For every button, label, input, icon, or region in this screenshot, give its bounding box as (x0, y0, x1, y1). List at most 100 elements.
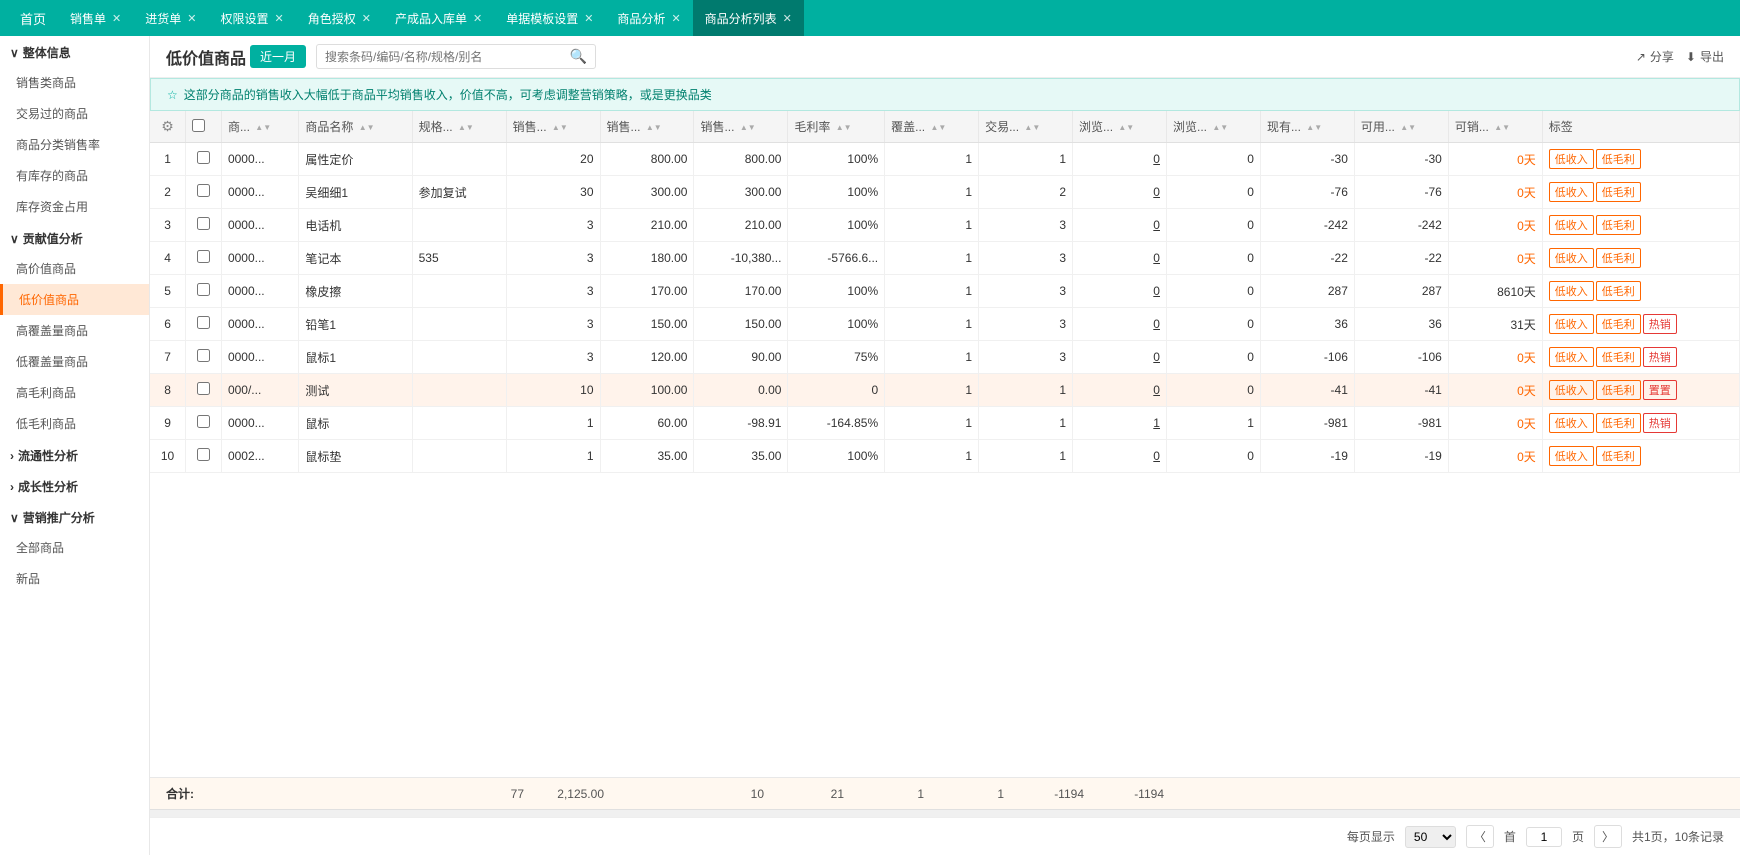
horizontal-scrollbar[interactable] (150, 809, 1740, 817)
nav-tab-inbound[interactable]: 产成品入库单 ✕ (383, 0, 494, 36)
row-view1[interactable]: 1 (1073, 407, 1167, 440)
row-name[interactable]: 铅笔1 (299, 308, 412, 341)
row-margin: -164.85% (788, 407, 885, 440)
close-tab-role-icon[interactable]: ✕ (362, 12, 371, 25)
nav-tab-role[interactable]: 角色授权 ✕ (296, 0, 383, 36)
row-select-checkbox[interactable] (197, 250, 210, 263)
sidebar-item-low-margin[interactable]: 低毛利商品 (0, 408, 149, 439)
sidebar-item-high-margin[interactable]: 高毛利商品 (0, 377, 149, 408)
nav-tab-analysis[interactable]: 商品分析 ✕ (605, 0, 692, 36)
sidebar-group-contribution[interactable]: ∨ 贡献值分析 (0, 222, 149, 253)
row-checkbox[interactable] (186, 308, 222, 341)
row-select-checkbox[interactable] (197, 316, 210, 329)
row-name[interactable]: 鼠标1 (299, 341, 412, 374)
sidebar-item-low-coverage[interactable]: 低覆盖量商品 (0, 346, 149, 377)
search-input[interactable] (325, 50, 566, 64)
row-view1[interactable]: 0 (1073, 308, 1167, 341)
row-checkbox[interactable] (186, 275, 222, 308)
row-name[interactable]: 吴细细1 (299, 176, 412, 209)
nav-tab-template[interactable]: 单据模板设置 ✕ (494, 0, 605, 36)
sidebar-item-all-goods[interactable]: 全部商品 (0, 532, 149, 563)
row-name[interactable]: 鼠标 (299, 407, 412, 440)
row-name[interactable]: 笔记本 (299, 242, 412, 275)
row-checkbox[interactable] (186, 143, 222, 176)
tag-低毛利: 低毛利 (1596, 182, 1641, 202)
search-box[interactable]: 🔍 (316, 44, 596, 69)
sidebar-item-stock-goods[interactable]: 有库存的商品 (0, 160, 149, 191)
row-tags: 低收入低毛利热销 (1542, 341, 1739, 374)
export-button[interactable]: ⬇ 导出 (1686, 48, 1724, 65)
row-select-checkbox[interactable] (197, 415, 210, 428)
sidebar-group-circulation[interactable]: › 流通性分析 (0, 439, 149, 470)
filter-period-button[interactable]: 近一月 (250, 45, 306, 68)
row-select-checkbox[interactable] (197, 382, 210, 395)
row-checkbox[interactable] (186, 440, 222, 473)
sidebar-group-growth[interactable]: › 成长性分析 (0, 470, 149, 501)
footer-cover: 10 (704, 787, 764, 801)
sidebar-group-overview[interactable]: ∨ 整体信息 (0, 36, 149, 67)
table-row: 7 0000... 鼠标1 3 120.00 90.00 75% 1 3 0 0… (150, 341, 1740, 374)
row-name[interactable]: 鼠标垫 (299, 440, 412, 473)
per-page-select[interactable]: 50 100 200 (1405, 826, 1456, 848)
content-area: 低价值商品 近一月 🔍 ↗ 分享 ⬇ 导出 ☆ 这部分商品的销售收入大 (150, 36, 1740, 855)
row-view1[interactable]: 0 (1073, 209, 1167, 242)
row-select-checkbox[interactable] (197, 184, 210, 197)
row-name[interactable]: 属性定价 (299, 143, 412, 176)
close-tab-purchase-icon[interactable]: ✕ (187, 12, 196, 25)
row-stock2: -76 (1354, 176, 1448, 209)
sidebar-item-high-value[interactable]: 高价值商品 (0, 253, 149, 284)
row-name[interactable]: 橡皮擦 (299, 275, 412, 308)
nav-tab-sales[interactable]: 销售单 ✕ (58, 0, 133, 36)
row-checkbox[interactable] (186, 374, 222, 407)
row-sales3: 35.00 (694, 440, 788, 473)
page-number-input[interactable] (1526, 827, 1562, 847)
sidebar-item-stock-capital[interactable]: 库存资金占用 (0, 191, 149, 222)
row-view1[interactable]: 0 (1073, 242, 1167, 275)
row-checkbox[interactable] (186, 341, 222, 374)
close-tab-analysis-icon[interactable]: ✕ (671, 12, 680, 25)
nav-home[interactable]: 首页 (8, 0, 58, 36)
row-checkbox[interactable] (186, 209, 222, 242)
tag-低收入: 低收入 (1549, 347, 1594, 367)
row-checkbox[interactable] (186, 242, 222, 275)
row-checkbox[interactable] (186, 407, 222, 440)
select-all-checkbox[interactable] (192, 119, 205, 132)
row-view1[interactable]: 0 (1073, 374, 1167, 407)
row-name[interactable]: 测试 (299, 374, 412, 407)
sidebar-item-traded-goods[interactable]: 交易过的商品 (0, 98, 149, 129)
close-tab-permission-icon[interactable]: ✕ (275, 12, 284, 25)
close-tab-inbound-icon[interactable]: ✕ (473, 12, 482, 25)
first-page-button[interactable]: 〈 (1466, 825, 1494, 848)
row-view1[interactable]: 0 (1073, 176, 1167, 209)
nav-tab-permission[interactable]: 权限设置 ✕ (208, 0, 295, 36)
row-no: 1 (150, 143, 186, 176)
column-checkbox[interactable] (186, 111, 222, 143)
row-view1[interactable]: 0 (1073, 341, 1167, 374)
row-checkbox[interactable] (186, 176, 222, 209)
row-cover: 1 (885, 242, 979, 275)
row-name[interactable]: 电话机 (299, 209, 412, 242)
sidebar-item-category-rate[interactable]: 商品分类销售率 (0, 129, 149, 160)
nav-tab-analysis-list[interactable]: 商品分析列表 ✕ (693, 0, 804, 36)
share-button[interactable]: ↗ 分享 (1636, 48, 1674, 65)
close-tab-analysis-list-icon[interactable]: ✕ (783, 12, 792, 25)
sidebar-item-high-coverage[interactable]: 高覆盖量商品 (0, 315, 149, 346)
sidebar-item-sales-goods[interactable]: 销售类商品 (0, 67, 149, 98)
row-select-checkbox[interactable] (197, 283, 210, 296)
row-select-checkbox[interactable] (197, 151, 210, 164)
nav-tab-purchase[interactable]: 进货单 ✕ (133, 0, 208, 36)
row-sales3: 170.00 (694, 275, 788, 308)
close-tab-template-icon[interactable]: ✕ (584, 12, 593, 25)
row-select-checkbox[interactable] (197, 217, 210, 230)
row-select-checkbox[interactable] (197, 448, 210, 461)
row-view1[interactable]: 0 (1073, 275, 1167, 308)
sidebar-item-low-value[interactable]: 低价值商品 (0, 284, 149, 315)
sidebar-group-marketing[interactable]: ∨ 营销推广分析 (0, 501, 149, 532)
next-page-button[interactable]: 〉 (1594, 825, 1622, 848)
close-tab-sales-icon[interactable]: ✕ (112, 12, 121, 25)
row-view1[interactable]: 0 (1073, 143, 1167, 176)
row-select-checkbox[interactable] (197, 349, 210, 362)
column-settings[interactable]: ⚙ (150, 111, 186, 143)
row-view1[interactable]: 0 (1073, 440, 1167, 473)
sidebar-item-new-goods[interactable]: 新品 (0, 563, 149, 594)
